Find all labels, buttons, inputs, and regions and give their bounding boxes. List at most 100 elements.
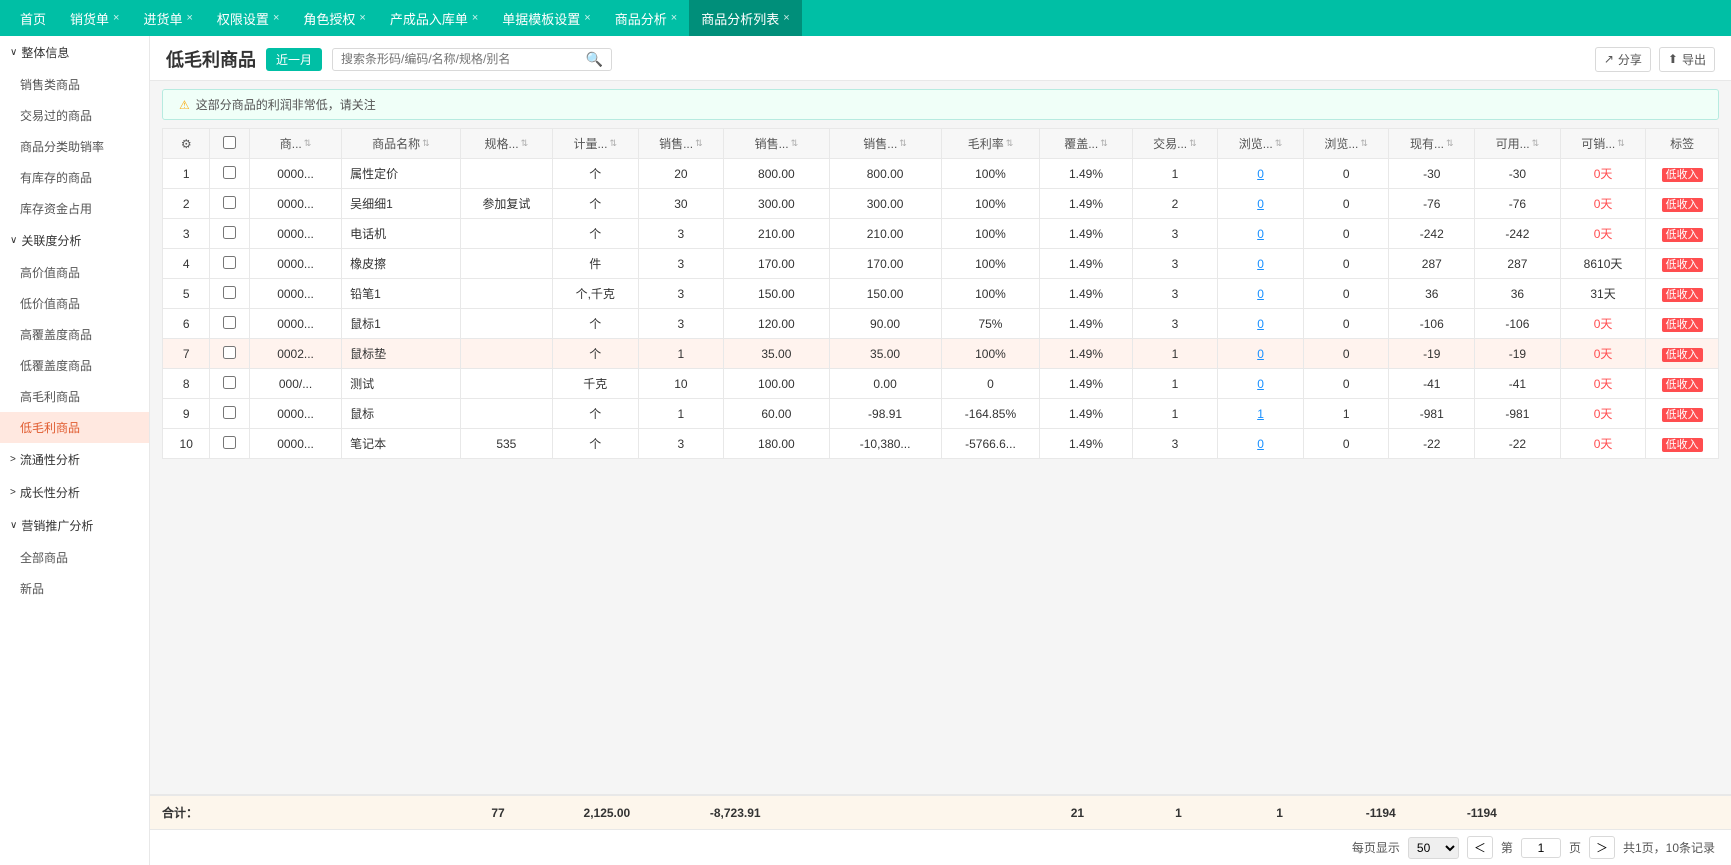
sidebar-item-销售类商品[interactable]: 销售类商品	[0, 69, 149, 100]
col-tag[interactable]: 标签	[1646, 129, 1719, 159]
cell-checkbox[interactable]	[210, 369, 250, 399]
col-browse2[interactable]: 浏览... ⇅	[1303, 129, 1389, 159]
sidebar-item-低价值商品[interactable]: 低价值商品	[0, 288, 149, 319]
settings-icon[interactable]: ⚙	[181, 137, 192, 151]
nav-close-icon[interactable]: ×	[359, 12, 365, 24]
nav-close-icon[interactable]: ×	[472, 12, 478, 24]
col-trade[interactable]: 交易... ⇅	[1132, 129, 1218, 159]
export-button[interactable]: ⬆ 导出	[1659, 47, 1715, 72]
col-settings[interactable]: ⚙	[163, 129, 210, 159]
search-input[interactable]	[341, 52, 586, 66]
col-gross-rate[interactable]: 毛利率 ⇅	[941, 129, 1040, 159]
cell-checkbox[interactable]	[210, 159, 250, 189]
row-checkbox[interactable]	[223, 376, 236, 389]
sidebar-item-全部商品[interactable]: 全部商品	[0, 542, 149, 573]
nav-item-商品分析列表[interactable]: 商品分析列表×	[689, 0, 801, 36]
nav-item-单据模板设置[interactable]: 单据模板设置×	[490, 0, 602, 36]
col-coverage[interactable]: 覆盖... ⇅	[1040, 129, 1132, 159]
col-code[interactable]: 商... ⇅	[249, 129, 341, 159]
col-browse1[interactable]: 浏览... ⇅	[1218, 129, 1304, 159]
sidebar-item-低覆盖度商品[interactable]: 低覆盖度商品	[0, 350, 149, 381]
row-checkbox[interactable]	[223, 226, 236, 239]
cell-checkbox[interactable]	[210, 399, 250, 429]
col-available[interactable]: 可用... ⇅	[1475, 129, 1561, 159]
col-current[interactable]: 现有... ⇅	[1389, 129, 1475, 159]
cell-browse1[interactable]: 0	[1218, 159, 1304, 189]
row-checkbox[interactable]	[223, 166, 236, 179]
cell-browse1[interactable]: 0	[1218, 219, 1304, 249]
cell-name[interactable]: 鼠标1	[342, 309, 461, 339]
row-checkbox[interactable]	[223, 346, 236, 359]
cell-name[interactable]: 电话机	[342, 219, 461, 249]
cell-checkbox[interactable]	[210, 339, 250, 369]
cell-browse1[interactable]: 0	[1218, 189, 1304, 219]
filter-button[interactable]: 近一月	[266, 48, 322, 71]
sidebar-section-成长性分析[interactable]: >成长性分析	[0, 476, 149, 509]
cell-name[interactable]: 橡皮擦	[342, 249, 461, 279]
cell-browse1[interactable]: 0	[1218, 309, 1304, 339]
cell-name[interactable]: 属性定价	[342, 159, 461, 189]
cell-name[interactable]: 铅笔1	[342, 279, 461, 309]
col-sale-amt[interactable]: 销售... ⇅	[724, 129, 829, 159]
sidebar-item-新品[interactable]: 新品	[0, 573, 149, 604]
cell-checkbox[interactable]	[210, 189, 250, 219]
cell-name[interactable]: 测试	[342, 369, 461, 399]
col-sale-qty[interactable]: 销售... ⇅	[638, 129, 724, 159]
cell-checkbox[interactable]	[210, 249, 250, 279]
col-saleable[interactable]: 可销... ⇅	[1560, 129, 1646, 159]
nav-item-进货单[interactable]: 进货单×	[131, 0, 204, 36]
col-spec[interactable]: 规格... ⇅	[460, 129, 552, 159]
sidebar-item-有库存的商品[interactable]: 有库存的商品	[0, 162, 149, 193]
col-name[interactable]: 商品名称 ⇅	[342, 129, 461, 159]
col-sale-profit[interactable]: 销售... ⇅	[829, 129, 941, 159]
row-checkbox[interactable]	[223, 286, 236, 299]
nav-item-权限设置[interactable]: 权限设置×	[205, 0, 291, 36]
sidebar-item-交易过的商品[interactable]: 交易过的商品	[0, 100, 149, 131]
next-page-button[interactable]: ＞	[1589, 836, 1615, 859]
sidebar-item-高覆盖度商品[interactable]: 高覆盖度商品	[0, 319, 149, 350]
nav-close-icon[interactable]: ×	[671, 12, 677, 24]
cell-name[interactable]: 笔记本	[342, 429, 461, 459]
search-icon[interactable]: 🔍	[586, 51, 603, 68]
nav-close-icon[interactable]: ×	[113, 12, 119, 24]
share-button[interactable]: ↗ 分享	[1595, 47, 1651, 72]
cell-browse1[interactable]: 1	[1218, 399, 1304, 429]
col-checkbox[interactable]	[210, 129, 250, 159]
cell-checkbox[interactable]	[210, 279, 250, 309]
nav-item-产成品入库单[interactable]: 产成品入库单×	[378, 0, 490, 36]
select-all-checkbox[interactable]	[223, 136, 236, 149]
cell-browse1[interactable]: 0	[1218, 369, 1304, 399]
nav-close-icon[interactable]: ×	[186, 12, 192, 24]
row-checkbox[interactable]	[223, 256, 236, 269]
cell-name[interactable]: 鼠标	[342, 399, 461, 429]
cell-checkbox[interactable]	[210, 309, 250, 339]
per-page-select[interactable]: 50 20 100	[1408, 837, 1459, 859]
sidebar-section-整体信息[interactable]: ∨整体信息	[0, 36, 149, 69]
cell-browse1[interactable]: 0	[1218, 249, 1304, 279]
col-unit[interactable]: 计量... ⇅	[552, 129, 638, 159]
row-checkbox[interactable]	[223, 436, 236, 449]
nav-item-首页[interactable]: 首页	[8, 0, 58, 36]
prev-page-button[interactable]: ＜	[1467, 836, 1493, 859]
page-input[interactable]	[1521, 838, 1561, 858]
sidebar-item-高价值商品[interactable]: 高价值商品	[0, 257, 149, 288]
sidebar-item-商品分类助销率[interactable]: 商品分类助销率	[0, 131, 149, 162]
cell-name[interactable]: 鼠标垫	[342, 339, 461, 369]
nav-item-商品分析[interactable]: 商品分析×	[603, 0, 689, 36]
cell-checkbox[interactable]	[210, 219, 250, 249]
row-checkbox[interactable]	[223, 316, 236, 329]
cell-checkbox[interactable]	[210, 429, 250, 459]
cell-browse1[interactable]: 0	[1218, 279, 1304, 309]
nav-item-角色授权[interactable]: 角色授权×	[291, 0, 377, 36]
nav-close-icon[interactable]: ×	[273, 12, 279, 24]
row-checkbox[interactable]	[223, 406, 236, 419]
sidebar-section-流通性分析[interactable]: >流通性分析	[0, 443, 149, 476]
sidebar-item-低毛利商品[interactable]: 低毛利商品	[0, 412, 149, 443]
sidebar-item-高毛利商品[interactable]: 高毛利商品	[0, 381, 149, 412]
nav-close-icon[interactable]: ×	[584, 12, 590, 24]
cell-browse1[interactable]: 0	[1218, 339, 1304, 369]
cell-name[interactable]: 吴细细1	[342, 189, 461, 219]
nav-item-销货单[interactable]: 销货单×	[58, 0, 131, 36]
sidebar-item-库存资金占用[interactable]: 库存资金占用	[0, 193, 149, 224]
cell-browse1[interactable]: 0	[1218, 429, 1304, 459]
